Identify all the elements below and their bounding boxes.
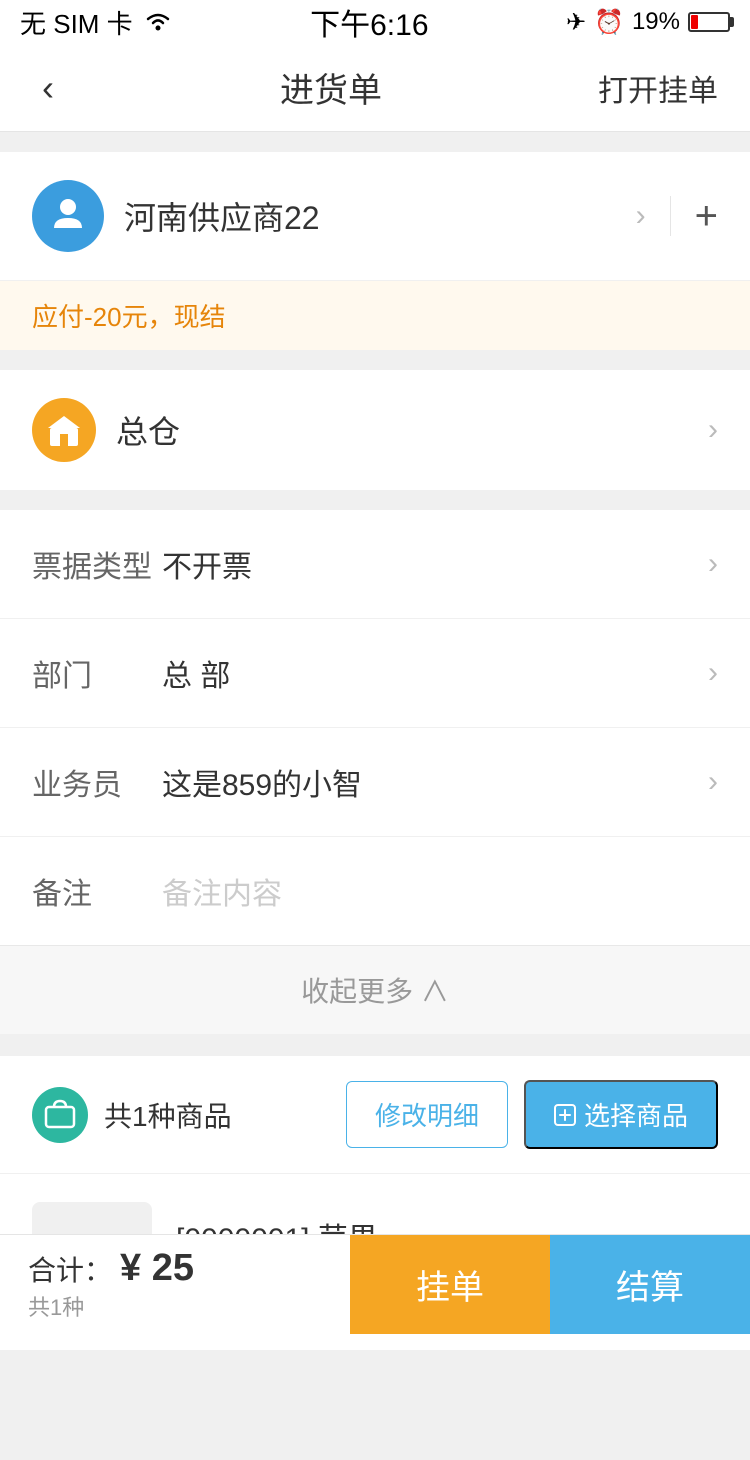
dept-label: 部门 xyxy=(32,651,162,695)
products-count: 共1种商品 xyxy=(104,1095,346,1135)
supplier-row[interactable]: 河南供应商22 › + xyxy=(0,152,750,281)
page-title: 进货单 xyxy=(280,63,382,112)
remark-row[interactable]: 备注 备注内容 xyxy=(0,837,750,945)
warehouse-name: 总仓 xyxy=(116,407,708,453)
products-header: 共1种商品 修改明细 选择商品 xyxy=(0,1056,750,1174)
total-top: 合计： ¥ 25 xyxy=(28,1247,322,1290)
location-icon: ✈ xyxy=(566,8,586,37)
warehouse-row[interactable]: 总仓 › xyxy=(0,370,750,490)
invoice-row[interactable]: 票据类型 不开票 › xyxy=(0,510,750,619)
chevron-right-icon-2: › xyxy=(708,413,718,447)
select-product-label: 选择商品 xyxy=(584,1096,688,1133)
wifi-icon xyxy=(143,7,173,38)
battery-icon xyxy=(688,12,730,32)
footer-bar: 合计： ¥ 25 共1种 挂单 结算 xyxy=(0,1234,750,1334)
alarm-icon: ⏰ xyxy=(594,8,624,37)
salesman-value: 这是859的小智 xyxy=(162,760,708,804)
gap-3 xyxy=(0,490,750,510)
add-button[interactable]: + xyxy=(695,194,718,239)
select-icon xyxy=(554,1104,576,1126)
select-product-button[interactable]: 选择商品 xyxy=(524,1080,718,1149)
dept-row[interactable]: 部门 总 部 › xyxy=(0,619,750,728)
dept-value: 总 部 xyxy=(162,651,708,695)
hang-button[interactable]: 挂单 xyxy=(350,1235,550,1334)
remark-placeholder[interactable]: 备注内容 xyxy=(162,869,718,913)
chevron-right-icon-5: › xyxy=(708,765,718,799)
hang-label: 挂单 xyxy=(416,1260,484,1309)
back-button[interactable]: ‹ xyxy=(32,57,64,119)
notice-text: 应付-20元，现结 xyxy=(32,302,226,332)
chevron-right-icon-4: › xyxy=(708,656,718,690)
status-bar: 无 SIM 卡 下午6:16 ✈ ⏰ 19% xyxy=(0,0,750,44)
supplier-name: 河南供应商22 xyxy=(124,193,636,239)
person-icon xyxy=(50,194,86,239)
products-icon-wrap xyxy=(32,1087,88,1143)
warehouse-icon xyxy=(46,412,82,448)
gap-1 xyxy=(0,132,750,152)
salesman-label: 业务员 xyxy=(32,760,162,804)
chevron-right-icon-3: › xyxy=(708,547,718,581)
warehouse-card: 总仓 › xyxy=(0,370,750,490)
edit-detail-button[interactable]: 修改明细 xyxy=(346,1081,508,1148)
salesman-row[interactable]: 业务员 这是859的小智 › xyxy=(0,728,750,837)
chevron-right-icon: › xyxy=(636,199,646,233)
cart-icon xyxy=(44,1099,76,1131)
supplier-card: 河南供应商22 › + 应付-20元，现结 xyxy=(0,152,750,350)
carrier-text: 无 SIM 卡 xyxy=(20,4,133,41)
total-sub: 共1种 xyxy=(28,1290,322,1322)
vertical-divider xyxy=(670,196,671,236)
invoice-value: 不开票 xyxy=(162,542,708,586)
status-right: ✈ ⏰ 19% xyxy=(566,8,730,37)
collapse-button[interactable]: 收起更多 ∧ xyxy=(0,945,750,1034)
status-time: 下午6:16 xyxy=(310,0,428,44)
checkout-label: 结算 xyxy=(616,1260,684,1309)
nav-bar: ‹ 进货单 打开挂单 xyxy=(0,44,750,132)
warehouse-icon-wrap xyxy=(32,398,96,462)
checkout-button[interactable]: 结算 xyxy=(550,1235,750,1334)
notice-bar: 应付-20元，现结 xyxy=(0,281,750,350)
gap-2 xyxy=(0,350,750,370)
remark-label: 备注 xyxy=(32,869,162,913)
invoice-label: 票据类型 xyxy=(32,542,162,586)
gap-4 xyxy=(0,1034,750,1054)
total-label: 合计： xyxy=(28,1249,112,1289)
battery-pct: 19% xyxy=(632,8,680,36)
status-left: 无 SIM 卡 xyxy=(20,4,173,41)
collapse-label: 收起更多 ∧ xyxy=(301,976,449,1007)
supplier-avatar xyxy=(32,180,104,252)
form-section: 票据类型 不开票 › 部门 总 部 › 业务员 这是859的小智 › 备注 备注… xyxy=(0,510,750,945)
footer-total: 合计： ¥ 25 共1种 xyxy=(0,1235,350,1334)
open-pending-button[interactable]: 打开挂单 xyxy=(598,66,718,110)
total-amount: ¥ 25 xyxy=(120,1247,194,1290)
